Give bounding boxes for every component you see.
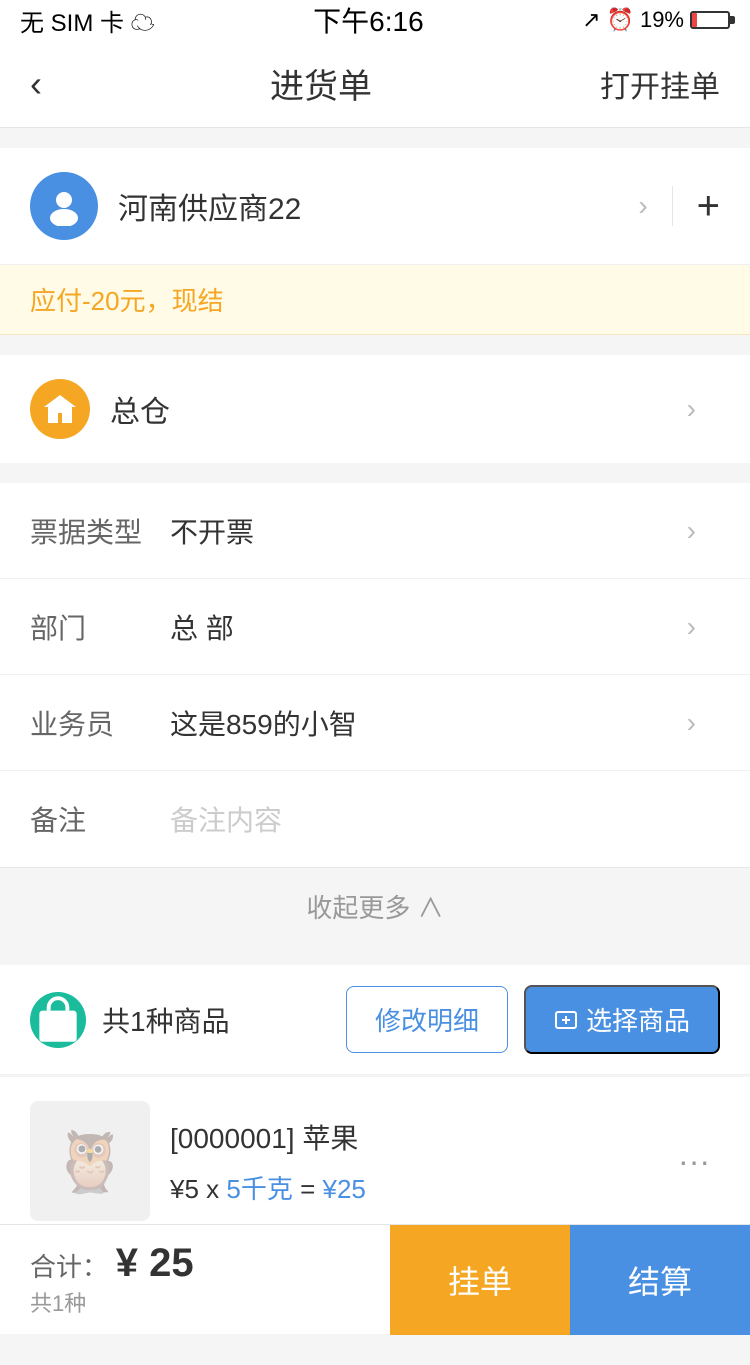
sim-label: 无 SIM 卡 ☁ <box>20 3 155 38</box>
supplier-row[interactable]: 河南供应商22 › + <box>0 148 750 265</box>
supplier-chevron: › <box>638 190 647 222</box>
supplier-avatar <box>30 172 98 240</box>
dept-row[interactable]: 部门 总 部 › <box>0 579 750 675</box>
dept-chevron: › <box>687 611 696 643</box>
dept-label: 部门 <box>30 607 170 647</box>
warehouse-row[interactable]: 总仓 › <box>0 355 750 463</box>
select-product-icon <box>554 1008 578 1032</box>
gap-1 <box>0 128 750 148</box>
warehouse-section: 总仓 › <box>0 355 750 463</box>
battery-label: 19% <box>640 7 684 33</box>
price-unit: ¥5 <box>170 1174 199 1204</box>
sales-chevron: › <box>687 707 696 739</box>
remark-label: 备注 <box>30 799 170 839</box>
total-count: 共1种 <box>30 1286 360 1318</box>
select-product-label: 选择商品 <box>586 1001 690 1038</box>
hang-button[interactable]: 挂单 <box>390 1225 570 1335</box>
product-thumbnail: 🦉 <box>30 1101 150 1221</box>
total-amount: ¥ 25 <box>116 1241 194 1285</box>
sales-value: 这是859的小智 <box>170 703 687 743</box>
owl-icon: 🦉 <box>53 1126 128 1197</box>
sales-label: 业务员 <box>30 703 170 743</box>
remark-row[interactable]: 备注 备注内容 <box>0 771 750 867</box>
sales-row[interactable]: 业务员 这是859的小智 › <box>0 675 750 771</box>
warehouse-name: 总仓 <box>110 387 687 431</box>
price-qty: 5千克 <box>226 1174 292 1204</box>
total-label: 合计： <box>30 1252 108 1282</box>
status-bar: 无 SIM 卡 ☁ 下午6:16 ↗ ⏰ 19% <box>0 0 750 40</box>
warehouse-icon <box>30 379 90 439</box>
total-section: 合计： ¥ 25 共1种 <box>0 1241 390 1318</box>
products-icon <box>30 992 86 1048</box>
product-name: [0000001] 苹果 <box>170 1117 668 1157</box>
invoice-row[interactable]: 票据类型 不开票 › <box>0 483 750 579</box>
alarm-icon: ⏰ <box>607 7 634 33</box>
status-time: 下午6:16 <box>313 0 424 40</box>
warehouse-chevron: › <box>687 393 696 425</box>
supplier-divider <box>672 186 673 226</box>
status-left: 无 SIM 卡 ☁ <box>20 3 155 38</box>
invoice-label: 票据类型 <box>30 511 170 551</box>
bag-icon <box>30 992 86 1048</box>
products-count: 共1种商品 <box>102 1000 346 1040</box>
product-code: [0000001] <box>170 1123 295 1154</box>
supplier-section: 河南供应商22 › + 应付-20元，现结 <box>0 148 750 335</box>
invoice-value: 不开票 <box>170 511 687 551</box>
invoice-chevron: › <box>687 515 696 547</box>
form-section: 票据类型 不开票 › 部门 总 部 › 业务员 这是859的小智 › 备注 备注… <box>0 483 750 867</box>
status-right: ↗ ⏰ 19% <box>582 7 730 33</box>
home-icon <box>42 391 78 427</box>
bottom-bar: 合计： ¥ 25 共1种 挂单 结算 <box>0 1224 750 1334</box>
product-more-button[interactable]: ··· <box>668 1143 720 1180</box>
select-product-button[interactable]: 选择商品 <box>524 985 720 1054</box>
supplier-notice: 应付-20元，现结 <box>0 265 750 335</box>
back-button[interactable]: ‹ <box>30 63 42 105</box>
edit-detail-button[interactable]: 修改明细 <box>346 986 508 1053</box>
add-supplier-button[interactable]: + <box>697 186 720 226</box>
total-row: 合计： ¥ 25 <box>30 1241 360 1286</box>
price-total: ¥25 <box>323 1174 366 1204</box>
gap-3 <box>0 463 750 483</box>
price-eq: = <box>300 1174 322 1204</box>
gap-4 <box>0 945 750 965</box>
price-x: x <box>206 1174 226 1204</box>
person-icon <box>44 186 84 226</box>
product-item: 🦉 [0000001] 苹果 ¥5 x 5千克 = ¥25 ··· <box>0 1077 750 1245</box>
dept-value: 总 部 <box>170 607 687 647</box>
page-title: 进货单 <box>270 59 372 108</box>
gap-2 <box>0 335 750 355</box>
collapse-bar[interactable]: 收起更多 ∧ <box>0 867 750 945</box>
remark-input[interactable]: 备注内容 <box>170 799 720 839</box>
products-header: 共1种商品 修改明细 选择商品 <box>0 965 750 1075</box>
product-price: ¥5 x 5千克 = ¥25 <box>170 1169 668 1206</box>
open-pending-button[interactable]: 打开挂单 <box>600 62 720 106</box>
battery-icon <box>690 11 730 29</box>
nav-bar: ‹ 进货单 打开挂单 <box>0 40 750 128</box>
product-info: [0000001] 苹果 ¥5 x 5千克 = ¥25 <box>170 1117 668 1206</box>
product-title: 苹果 <box>302 1123 358 1154</box>
supplier-name: 河南供应商22 <box>118 184 638 228</box>
location-icon: ↗ <box>582 7 600 33</box>
checkout-button[interactable]: 结算 <box>570 1225 750 1335</box>
